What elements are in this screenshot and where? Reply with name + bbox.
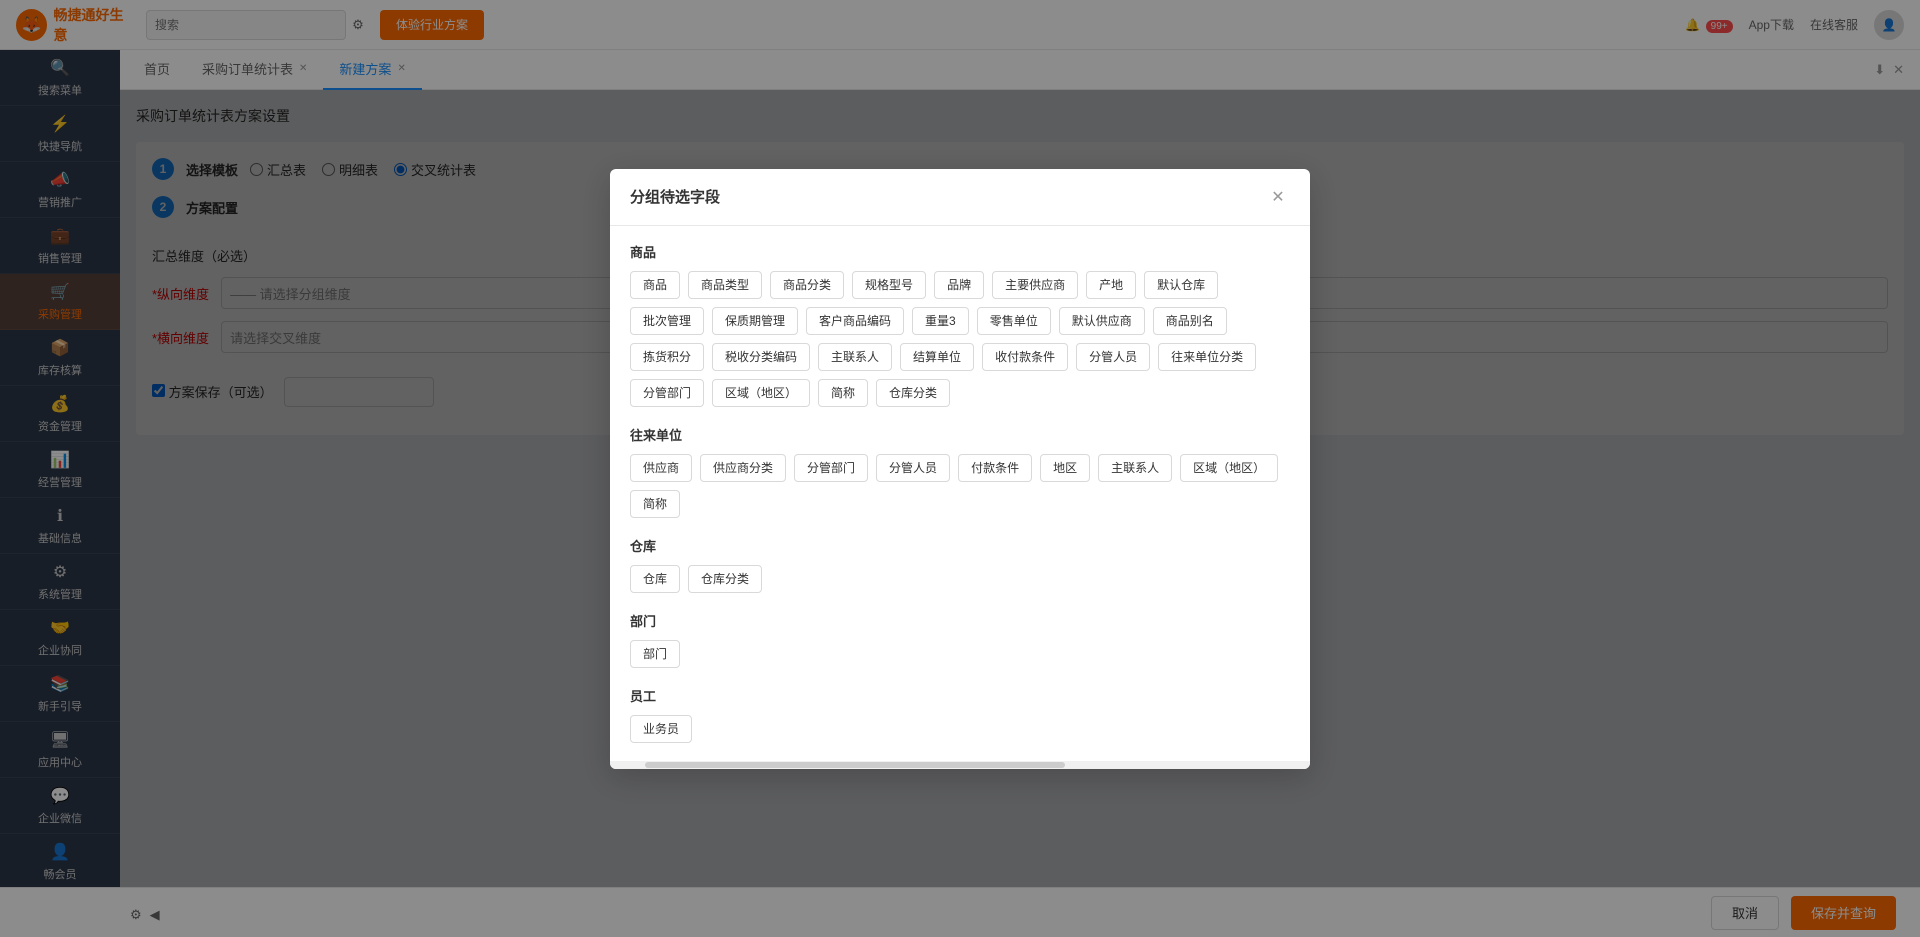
field-section-员工: 员工业务员 xyxy=(630,686,1290,743)
field-tag[interactable]: 拣货积分 xyxy=(630,343,704,371)
field-tag[interactable]: 部门 xyxy=(630,640,680,668)
field-tag[interactable]: 分管人员 xyxy=(876,454,950,482)
field-tags: 业务员 xyxy=(630,715,1290,743)
field-tag[interactable]: 税收分类编码 xyxy=(712,343,810,371)
field-section-title: 员工 xyxy=(630,686,1290,705)
field-tag[interactable]: 零售单位 xyxy=(977,307,1051,335)
field-tag[interactable]: 规格型号 xyxy=(852,271,926,299)
field-tag[interactable]: 分管人员 xyxy=(1076,343,1150,371)
field-tag[interactable]: 仓库分类 xyxy=(876,379,950,407)
field-tags: 商品商品类型商品分类规格型号品牌主要供应商产地默认仓库批次管理保质期管理客户商品… xyxy=(630,271,1290,407)
field-tag[interactable]: 客户商品编码 xyxy=(806,307,904,335)
modal-close-button[interactable]: ✕ xyxy=(1266,185,1290,209)
field-tag[interactable]: 供应商分类 xyxy=(700,454,786,482)
field-tag[interactable]: 默认供应商 xyxy=(1059,307,1145,335)
field-tag[interactable]: 商品 xyxy=(630,271,680,299)
field-tag[interactable]: 重量3 xyxy=(912,307,969,335)
field-section-仓库: 仓库仓库仓库分类 xyxy=(630,536,1290,593)
field-tag[interactable]: 批次管理 xyxy=(630,307,704,335)
field-tag[interactable]: 主联系人 xyxy=(818,343,892,371)
field-section-往来单位: 往来单位供应商供应商分类分管部门分管人员付款条件地区主联系人区域（地区） 简称 xyxy=(630,425,1290,518)
modal-scrollbar-thumb xyxy=(645,762,1065,768)
field-tag[interactable]: 主联系人 xyxy=(1098,454,1172,482)
field-tag[interactable]: 区域（地区） xyxy=(1180,454,1278,482)
field-tag[interactable]: 产地 xyxy=(1086,271,1136,299)
field-tag[interactable]: 地区 xyxy=(1040,454,1090,482)
field-tags: 仓库仓库分类 xyxy=(630,565,1290,593)
field-tag[interactable]: 供应商 xyxy=(630,454,692,482)
field-tag[interactable]: 商品别名 xyxy=(1153,307,1227,335)
modal-overlay: 分组待选字段 ✕ 商品商品商品类型商品分类规格型号品牌主要供应商产地默认仓库批次… xyxy=(0,0,1920,937)
modal-dialog: 分组待选字段 ✕ 商品商品商品类型商品分类规格型号品牌主要供应商产地默认仓库批次… xyxy=(610,169,1310,769)
field-tag[interactable]: 区域（地区） xyxy=(712,379,810,407)
field-tag[interactable]: 分管部门 xyxy=(630,379,704,407)
field-tag[interactable]: 默认仓库 xyxy=(1144,271,1218,299)
modal-horizontal-scrollbar[interactable] xyxy=(610,761,1310,769)
field-section-title: 商品 xyxy=(630,242,1290,261)
field-tag[interactable]: 品牌 xyxy=(934,271,984,299)
field-tag[interactable]: 业务员 xyxy=(630,715,692,743)
field-section-商品: 商品商品商品类型商品分类规格型号品牌主要供应商产地默认仓库批次管理保质期管理客户… xyxy=(630,242,1290,407)
field-tag[interactable]: 简称 xyxy=(630,490,680,518)
field-section-title: 部门 xyxy=(630,611,1290,630)
modal-body: 商品商品商品类型商品分类规格型号品牌主要供应商产地默认仓库批次管理保质期管理客户… xyxy=(610,226,1310,761)
field-tag[interactable]: 保质期管理 xyxy=(712,307,798,335)
field-tag[interactable]: 商品分类 xyxy=(770,271,844,299)
field-tag[interactable]: 仓库 xyxy=(630,565,680,593)
field-tag[interactable]: 付款条件 xyxy=(958,454,1032,482)
field-section-部门: 部门部门 xyxy=(630,611,1290,668)
field-tag[interactable]: 分管部门 xyxy=(794,454,868,482)
field-tag[interactable]: 往来单位分类 xyxy=(1158,343,1256,371)
field-tag[interactable]: 仓库分类 xyxy=(688,565,762,593)
field-tag[interactable]: 结算单位 xyxy=(900,343,974,371)
modal-title: 分组待选字段 xyxy=(630,186,720,207)
field-tag[interactable]: 收付款条件 xyxy=(982,343,1068,371)
modal-header: 分组待选字段 ✕ xyxy=(610,169,1310,226)
field-tags: 供应商供应商分类分管部门分管人员付款条件地区主联系人区域（地区） 简称 xyxy=(630,454,1290,518)
field-tag[interactable]: 主要供应商 xyxy=(992,271,1078,299)
field-tags: 部门 xyxy=(630,640,1290,668)
field-tag[interactable]: 简称 xyxy=(818,379,868,407)
field-section-title: 往来单位 xyxy=(630,425,1290,444)
field-section-title: 仓库 xyxy=(630,536,1290,555)
field-tag[interactable]: 商品类型 xyxy=(688,271,762,299)
